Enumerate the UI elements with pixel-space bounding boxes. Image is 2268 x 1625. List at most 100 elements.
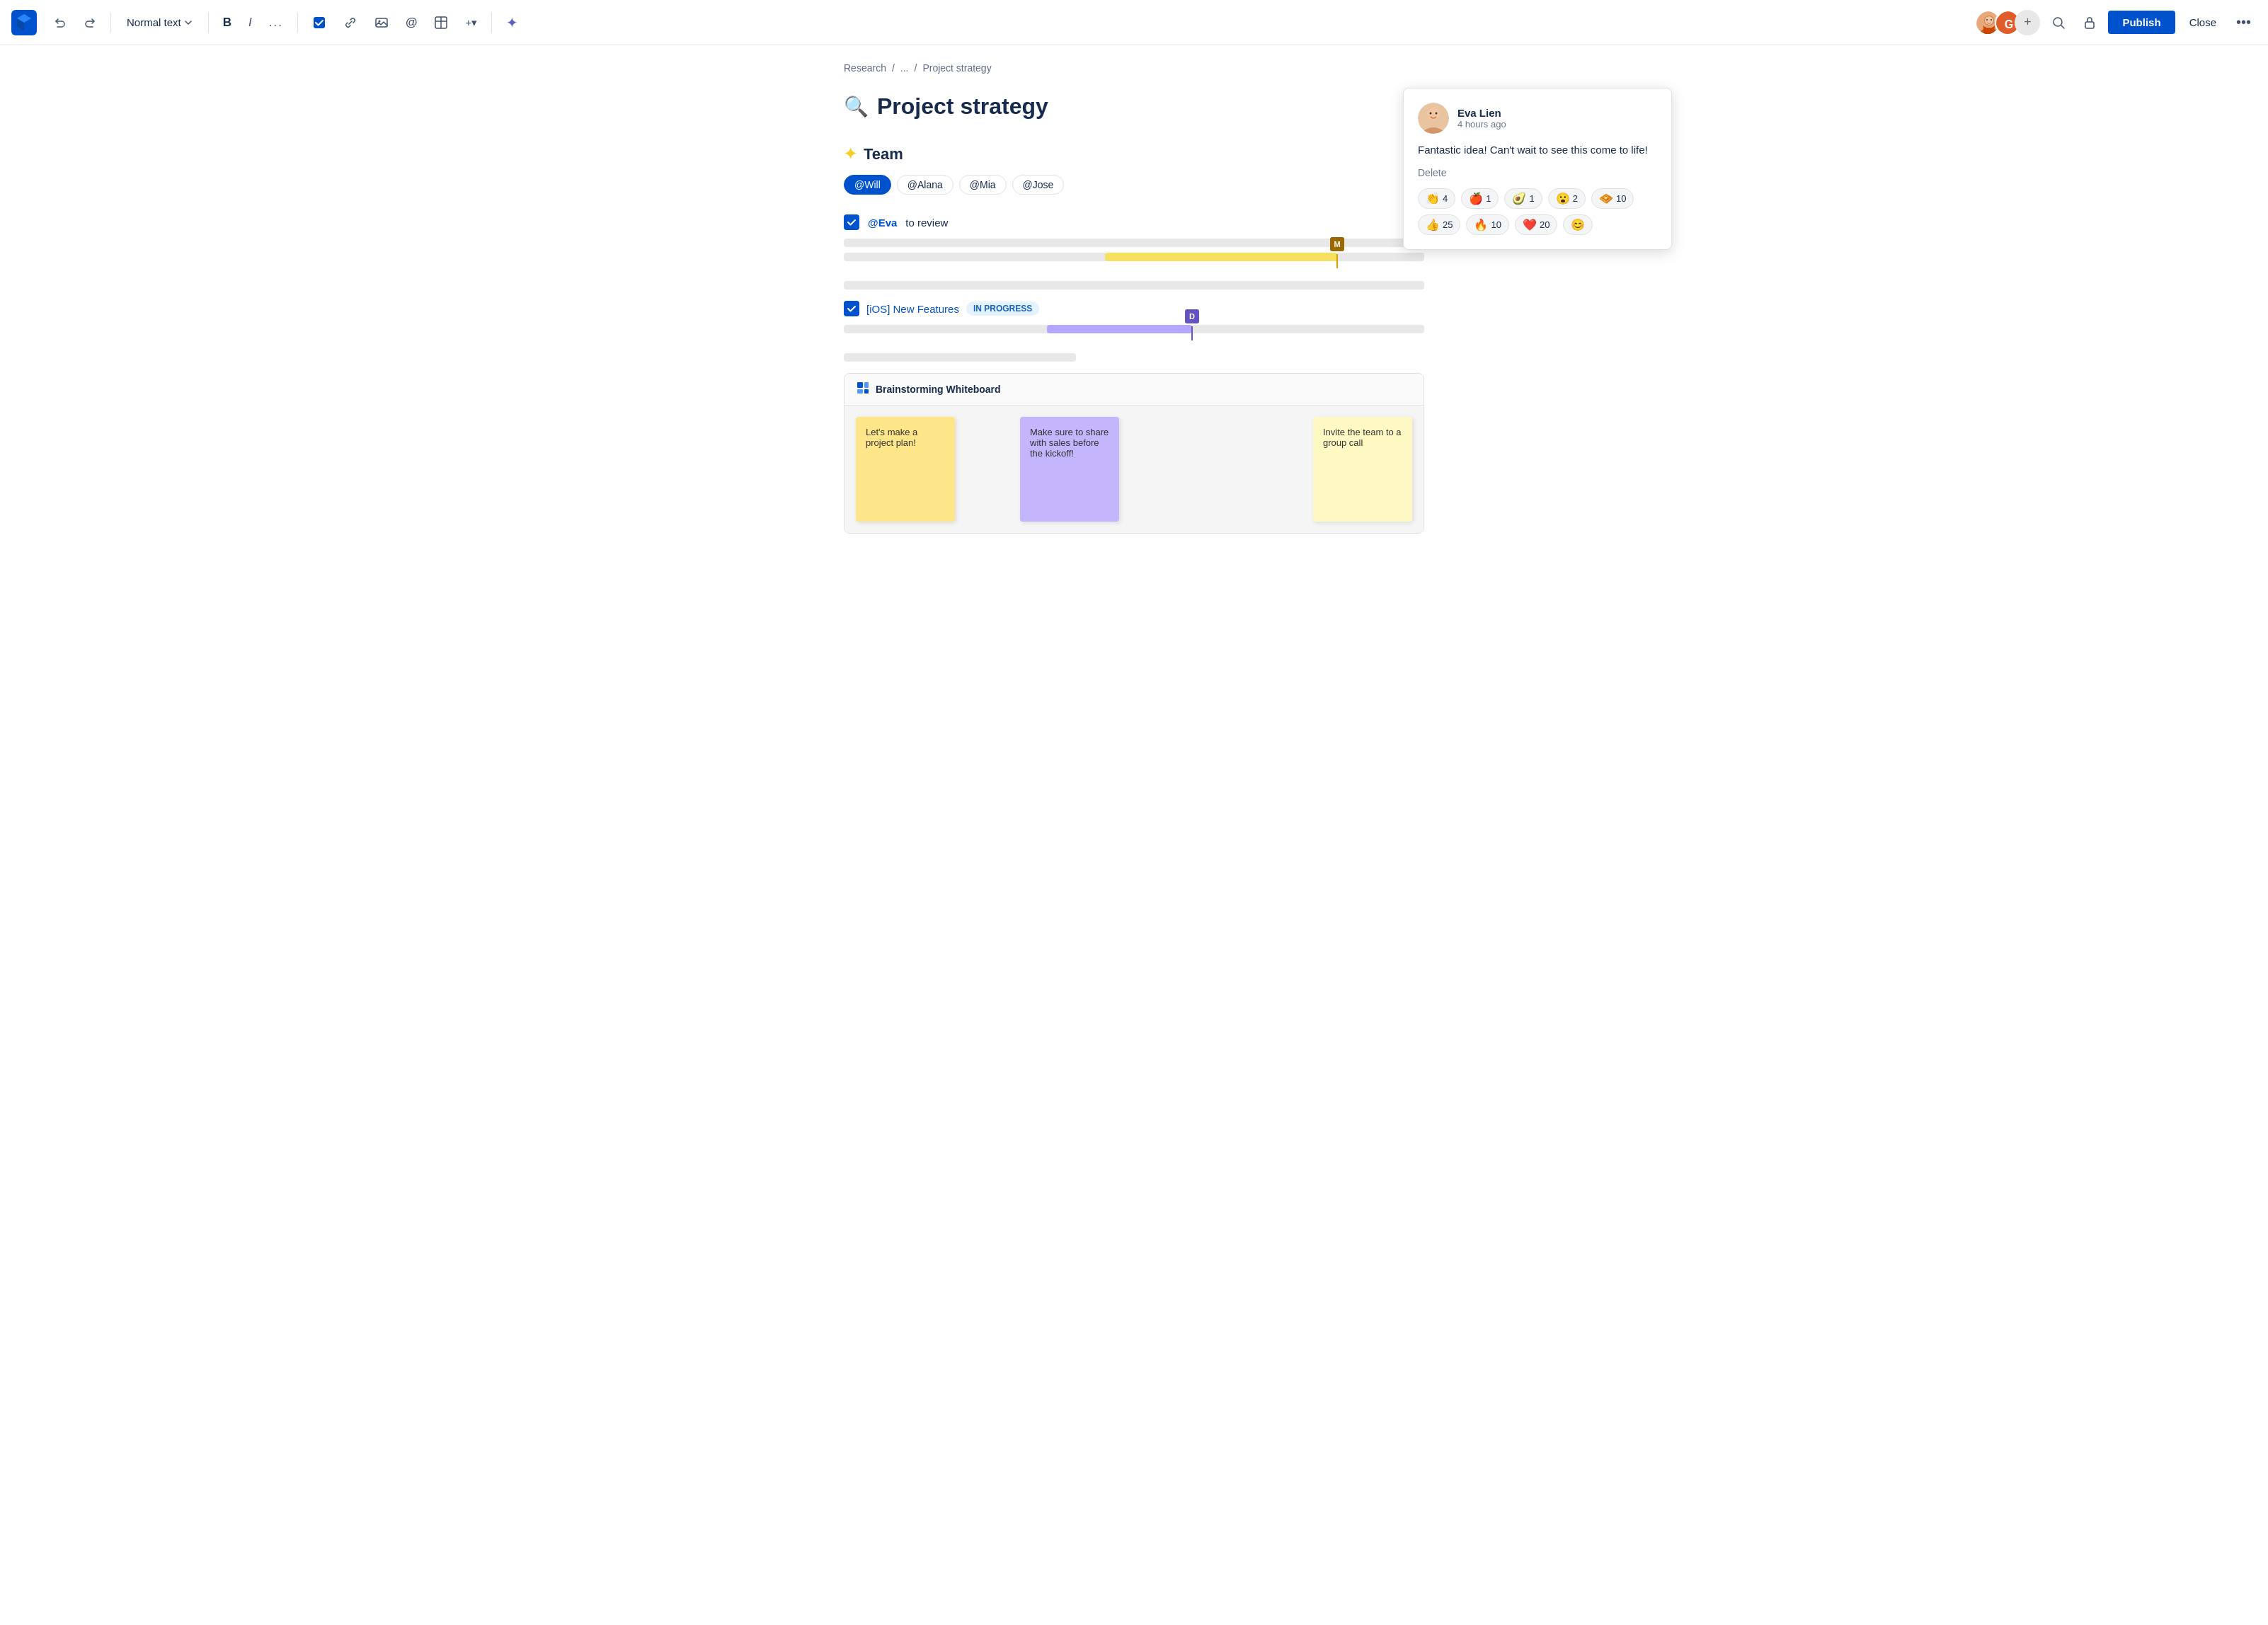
reaction-waffle[interactable]: 🧇 10	[1591, 188, 1634, 209]
insert-button[interactable]: +▾	[459, 12, 483, 33]
toolbar: Normal text B I ...	[0, 0, 2268, 45]
toolbar-divider-1	[110, 13, 111, 33]
page-container: Research / ... / Project strategy 🔍 Proj…	[0, 45, 2268, 562]
gantt-bar-purple	[1047, 325, 1192, 333]
gantt-row-d2	[844, 353, 1424, 362]
team-tags: @Will @Alana @Mia @Jose	[844, 175, 1424, 195]
reaction-apple[interactable]: 🍎 1	[1461, 188, 1499, 209]
svg-point-23	[1430, 113, 1432, 115]
gantt-bar-line-d	[1191, 326, 1193, 340]
svg-point-3	[378, 20, 380, 22]
team-heading-label: Team	[864, 145, 903, 163]
svg-rect-17	[857, 382, 863, 388]
whiteboard-gap	[966, 417, 1009, 522]
reaction-waffle-emoji: 🧇	[1599, 192, 1613, 205]
more-options-button[interactable]: •••	[2230, 10, 2257, 35]
reaction-fire[interactable]: 🔥 10	[1466, 214, 1508, 235]
sticky-note-2: Make sure to share with sales before the…	[1020, 417, 1119, 522]
publish-button[interactable]: Publish	[2108, 11, 2175, 34]
team-section: ✦ Team @Will @Alana @Mia @Jose	[844, 145, 1424, 195]
breadcrumb: Research / ... / Project strategy	[844, 62, 1424, 74]
toolbar-divider-3	[297, 13, 298, 33]
feature-checkbox[interactable]	[844, 301, 859, 316]
svg-point-12	[1991, 19, 1992, 21]
tag-jose[interactable]: @Jose	[1012, 175, 1065, 195]
gantt-bar-bg-2: M	[844, 253, 1424, 261]
ai-button[interactable]: ✦	[500, 10, 524, 35]
gantt-bar-yellow	[1105, 253, 1337, 261]
whiteboard-logo-icon	[856, 381, 870, 398]
gantt-marker-m: M	[1330, 237, 1344, 251]
page-title-area: 🔍 Project strategy	[844, 93, 1424, 120]
page-title-icon: 🔍	[844, 95, 869, 118]
task-checkbox[interactable]	[844, 214, 859, 230]
reaction-thumbsup[interactable]: 👍 25	[1418, 214, 1460, 235]
gantt-bar-bg-d1: D	[844, 325, 1424, 333]
reaction-clap-count: 4	[1443, 193, 1448, 204]
tag-alana[interactable]: @Alana	[897, 175, 953, 195]
toolbar-divider-2	[208, 13, 209, 33]
more-format-button[interactable]: ...	[263, 11, 289, 34]
svg-point-15	[2054, 18, 2062, 26]
svg-point-24	[1436, 113, 1438, 115]
italic-button[interactable]: I	[243, 11, 258, 34]
redo-button[interactable]	[78, 12, 102, 33]
feature-label[interactable]: [iOS] New Features	[866, 303, 959, 315]
reaction-surprised-count: 2	[1573, 193, 1578, 204]
gantt-container-d: D	[844, 325, 1424, 362]
task-mention[interactable]: @Eva	[868, 217, 897, 229]
search-button[interactable]	[2046, 11, 2071, 34]
reaction-surprised-emoji: 😮	[1556, 192, 1570, 205]
tag-will[interactable]: @Will	[844, 175, 891, 195]
comment-meta: Eva Lien 4 hours ago	[1457, 107, 1506, 130]
reaction-surprised[interactable]: 😮 2	[1548, 188, 1586, 209]
svg-rect-2	[376, 18, 387, 27]
content-area: Research / ... / Project strategy 🔍 Proj…	[815, 45, 1453, 562]
sticky-note-3: Invite the team to a group call	[1313, 417, 1412, 522]
close-button[interactable]: Close	[2181, 11, 2225, 34]
reaction-heart[interactable]: ❤️ 20	[1515, 214, 1557, 235]
reaction-clap[interactable]: 👏 4	[1418, 188, 1455, 209]
breadcrumb-ellipsis[interactable]: ...	[900, 62, 909, 74]
format-select[interactable]: Normal text	[120, 12, 200, 33]
reaction-fire-count: 10	[1491, 219, 1501, 230]
sticky-note-1: Let's make a project plan!	[856, 417, 955, 522]
breadcrumb-sep-1: /	[892, 62, 895, 74]
reaction-avocado-emoji: 🥑	[1512, 192, 1526, 205]
gantt-marker-d: D	[1185, 309, 1199, 323]
reaction-smile[interactable]: 😊	[1563, 214, 1593, 235]
add-collaborator-button[interactable]: +	[2015, 10, 2040, 35]
reaction-apple-emoji: 🍎	[1469, 192, 1483, 205]
reaction-avocado[interactable]: 🥑 1	[1504, 188, 1542, 209]
svg-rect-19	[864, 382, 869, 388]
svg-text:G: G	[2005, 18, 2013, 30]
breadcrumb-sep-2: /	[914, 62, 917, 74]
sparkle-icon: ✦	[844, 145, 857, 163]
format-label: Normal text	[127, 16, 181, 28]
comment-author: Eva Lien	[1457, 107, 1506, 119]
team-heading: ✦ Team	[844, 145, 1424, 163]
gantt-row-3	[844, 281, 1424, 289]
tag-mia[interactable]: @Mia	[959, 175, 1007, 195]
gantt-container: M	[844, 239, 1424, 289]
mention-button[interactable]: @	[400, 11, 423, 34]
app-logo[interactable]	[11, 10, 37, 35]
link-button[interactable]	[338, 11, 363, 34]
svg-point-11	[1986, 19, 1988, 21]
bold-button[interactable]: B	[217, 11, 237, 34]
reaction-clap-emoji: 👏	[1426, 192, 1440, 205]
checkbox-button[interactable]	[307, 11, 332, 34]
table-button[interactable]	[428, 11, 454, 34]
reaction-avocado-count: 1	[1529, 193, 1534, 204]
feature-status-badge: IN PROGRESS	[966, 302, 1039, 316]
breadcrumb-research[interactable]: Research	[844, 62, 886, 74]
comment-delete[interactable]: Delete	[1418, 167, 1657, 178]
reactions-container: 👏 4 🍎 1 🥑 1 😮 2 🧇 10	[1418, 188, 1657, 235]
image-button[interactable]	[369, 11, 394, 34]
restrict-button[interactable]	[2077, 11, 2102, 34]
comment-popup: Eva Lien 4 hours ago Fantastic idea! Can…	[1403, 88, 1672, 250]
breadcrumb-current: Project strategy	[922, 62, 991, 74]
undo-button[interactable]	[48, 12, 72, 33]
reaction-heart-count: 20	[1540, 219, 1550, 230]
reaction-thumbsup-emoji: 👍	[1426, 218, 1440, 231]
